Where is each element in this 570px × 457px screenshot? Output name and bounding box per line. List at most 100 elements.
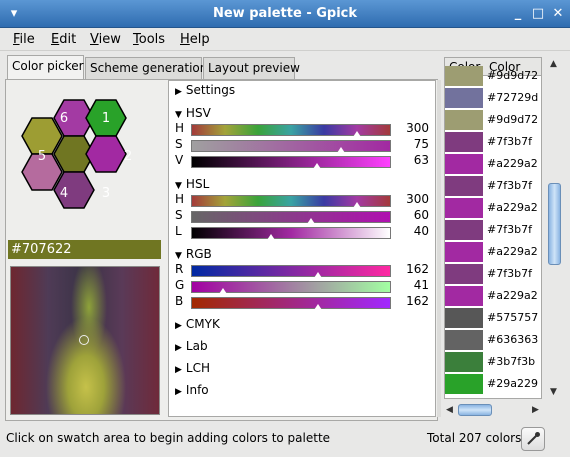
palette-row-swatch [445,264,483,284]
slider-hsv-h[interactable]: H 300 [175,121,433,137]
section-lch[interactable]: ▶ LCH [175,361,210,375]
scroll-up-icon[interactable]: ▲ [550,59,557,69]
status-hint: Click on swatch area to begin adding col… [6,431,331,445]
section-cmyk[interactable]: ▶ CMYK [175,317,220,331]
status-bar: Click on swatch area to begin adding col… [0,425,570,457]
palette-row-swatch [445,330,483,350]
palette-row-swatch [445,374,483,394]
tab-color-picker[interactable]: Color picker [7,55,84,79]
palette-row[interactable]: #72729d [445,87,541,109]
slider-hsv-h-value: 300 [406,121,429,135]
slider-hsv-v[interactable]: V 63 [175,153,433,169]
section-settings[interactable]: ▶ Settings [175,83,235,97]
slider-hsl-h-value: 300 [406,192,429,206]
palette-row-text: #29a229 [487,377,538,390]
slider-rgb-b-value: 162 [406,294,429,308]
palette-list[interactable]: Color Color #9d9d72#72729d#9d9d72#7f3b7f… [444,57,542,399]
scroll-left-icon[interactable]: ◀ [446,405,453,415]
palette-row-swatch [445,110,483,130]
slider-hsl-h[interactable]: H 300 [175,192,433,208]
tab-scheme-generation[interactable]: Scheme generation [85,57,207,79]
palette-row[interactable]: #575757 [445,307,541,329]
section-hsv[interactable]: ▼ HSV [175,106,211,120]
close-icon[interactable]: ✕ [550,6,566,22]
section-info[interactable]: ▶ Info [175,383,209,397]
horizontal-scroll-thumb[interactable] [458,404,492,416]
menu-tools[interactable]: Tools [133,32,165,48]
tab-layout-preview[interactable]: Layout preview [203,57,300,79]
palette-row-swatch [445,220,483,240]
palette-row-text: #9d9d72 [487,113,539,126]
palette-row[interactable]: #a229a2 [445,285,541,307]
slider-hsl-s-value: 60 [413,208,429,222]
slider-rgb-g[interactable]: G 41 [175,278,433,294]
palette-row-swatch [445,198,483,218]
palette-row-text: #7f3b7f [487,223,532,236]
slider-hsv-s-value: 75 [413,137,429,151]
slider-hsl-l-value: 40 [413,224,429,238]
palette-row[interactable]: #7f3b7f [445,263,541,285]
section-hsl[interactable]: ▼ HSL [175,177,209,191]
menu-edit[interactable]: Edit [51,32,76,48]
window-menu-icon[interactable]: ▾ [6,6,22,22]
slider-rgb-r[interactable]: R 162 [175,262,433,278]
palette-vertical-scrollbar[interactable]: ▲ ▼ [545,57,564,399]
palette-row[interactable]: #29a229 [445,373,541,395]
rgb-r-marker [314,272,322,278]
slider-hsv-s[interactable]: S 75 [175,137,433,153]
vertical-scroll-thumb[interactable] [548,183,561,265]
palette-row[interactable]: #9d9d72 [445,109,541,131]
section-rgb[interactable]: ▼ RGB [175,247,212,261]
palette-row[interactable]: #7f3b7f [445,131,541,153]
slider-hsl-l[interactable]: L 40 [175,224,433,240]
palette-row[interactable]: #a229a2 [445,241,541,263]
palette-row-text: #3b7f3b [487,355,536,368]
scroll-right-icon[interactable]: ▶ [532,405,539,415]
color-sliders-panel: ▶ Settings ▼ HSV H 300 S 75 V 63 ▼ HSL H 30… [168,80,436,417]
menu-file[interactable]: File [13,32,35,48]
palette-row-text: #636363 [487,333,539,346]
palette-row[interactable]: #a229a2 [445,153,541,175]
palette-horizontal-scrollbar[interactable]: ◀ ▶ [444,401,542,419]
section-lab[interactable]: ▶ Lab [175,339,208,353]
palette-row[interactable]: #a229a2 [445,197,541,219]
eyedropper-button[interactable] [521,427,545,451]
palette-row-text: #a229a2 [487,245,538,258]
rgb-b-marker [314,304,322,310]
hsl-s-marker [307,218,315,224]
hsv-h-marker [353,131,361,137]
menu-bar: File Edit View Tools Help [0,29,570,51]
window-title: New palette - Gpick [212,6,358,21]
scroll-down-icon[interactable]: ▼ [550,387,557,397]
palette-row-text: #7f3b7f [487,135,532,148]
swatch-label-4: 4 [59,186,69,201]
title-bar: New palette - Gpick ▾ _ □ ✕ [0,0,570,28]
minimize-icon[interactable]: _ [510,6,526,22]
palette-row[interactable]: #636363 [445,329,541,351]
palette-row-swatch [445,132,483,152]
slider-hsl-s[interactable]: S 60 [175,208,433,224]
palette-row-text: #a229a2 [487,201,538,214]
palette-row-swatch [445,286,483,306]
palette-row-swatch [445,308,483,328]
swatch-label-5: 5 [37,149,47,164]
palette-row[interactable]: #9d9d72 [445,65,541,87]
slider-hsl-s-label: S [175,208,183,222]
palette-row-text: #7f3b7f [487,179,532,192]
menu-view[interactable]: View [90,32,121,48]
maximize-icon[interactable]: □ [530,6,546,22]
hsl-l-marker [267,234,275,240]
palette-row-swatch [445,88,483,108]
palette-row-swatch [445,242,483,262]
slider-rgb-b[interactable]: B 162 [175,294,433,310]
palette-row-swatch [445,154,483,174]
menu-help[interactable]: Help [180,32,210,48]
rgb-g-marker [219,288,227,294]
palette-row[interactable]: #7f3b7f [445,175,541,197]
slider-rgb-g-value: 41 [413,278,429,292]
current-color-code[interactable]: #707622 [8,240,161,259]
palette-row[interactable]: #7f3b7f [445,219,541,241]
palette-row-swatch [445,66,483,86]
palette-row[interactable]: #3b7f3b [445,351,541,373]
pane-divider[interactable] [437,80,441,417]
